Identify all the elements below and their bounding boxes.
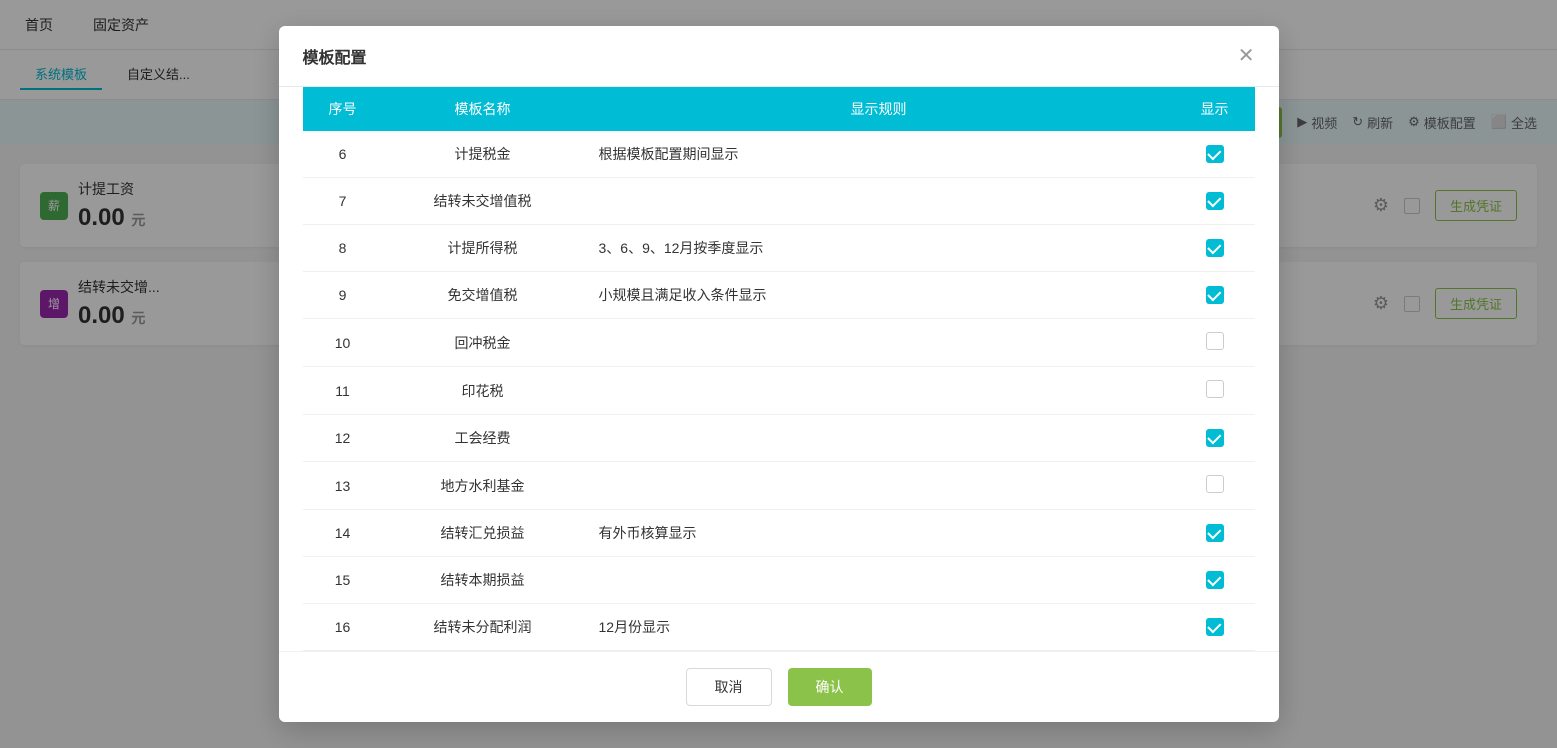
- cell-check-2: [1175, 225, 1255, 272]
- cell-name-3: 免交增值税: [383, 272, 583, 319]
- cell-name-9: 结转本期损益: [383, 557, 583, 604]
- checkbox-9[interactable]: [1206, 571, 1224, 589]
- checkbox-7[interactable]: [1206, 475, 1224, 493]
- cell-id-2: 8: [303, 225, 383, 272]
- cell-name-10: 结转未分配利润: [383, 604, 583, 651]
- table-header-row: 序号 模板名称 显示规则 显示: [303, 87, 1255, 131]
- config-table: 序号 模板名称 显示规则 显示 6计提税金根据模板配置期间显示7结转未交增值税8…: [303, 87, 1255, 651]
- checkbox-5[interactable]: [1206, 380, 1224, 398]
- cell-name-5: 印花税: [383, 367, 583, 415]
- modal-footer: 取消 确认: [279, 651, 1279, 722]
- cell-check-10: [1175, 604, 1255, 651]
- cell-name-1: 结转未交增值税: [383, 178, 583, 225]
- cell-rule-9: [583, 557, 1175, 604]
- checkbox-8[interactable]: [1206, 524, 1224, 542]
- cell-check-1: [1175, 178, 1255, 225]
- cell-check-8: [1175, 510, 1255, 557]
- table-body: 6计提税金根据模板配置期间显示7结转未交增值税8计提所得税3、6、9、12月按季…: [303, 131, 1255, 651]
- cell-check-6: [1175, 415, 1255, 462]
- table-row: 12工会经费: [303, 415, 1255, 462]
- table-row: 9免交增值税小规模且满足收入条件显示: [303, 272, 1255, 319]
- cell-name-2: 计提所得税: [383, 225, 583, 272]
- cell-rule-1: [583, 178, 1175, 225]
- cell-name-4: 回冲税金: [383, 319, 583, 367]
- cell-rule-4: [583, 319, 1175, 367]
- cell-name-6: 工会经费: [383, 415, 583, 462]
- cell-id-5: 11: [303, 367, 383, 415]
- cell-rule-6: [583, 415, 1175, 462]
- cell-id-3: 9: [303, 272, 383, 319]
- cell-rule-10: 12月份显示: [583, 604, 1175, 651]
- table-row: 13地方水利基金: [303, 462, 1255, 510]
- checkbox-2[interactable]: [1206, 239, 1224, 257]
- checkbox-1[interactable]: [1206, 192, 1224, 210]
- cell-name-0: 计提税金: [383, 131, 583, 178]
- cell-check-9: [1175, 557, 1255, 604]
- table-row: 15结转本期损益: [303, 557, 1255, 604]
- th-name: 模板名称: [383, 87, 583, 131]
- table-row: 11印花税: [303, 367, 1255, 415]
- table-row: 16结转未分配利润12月份显示: [303, 604, 1255, 651]
- cell-check-5: [1175, 367, 1255, 415]
- cell-rule-0: 根据模板配置期间显示: [583, 131, 1175, 178]
- cell-check-4: [1175, 319, 1255, 367]
- cell-rule-2: 3、6、9、12月按季度显示: [583, 225, 1175, 272]
- th-rule: 显示规则: [583, 87, 1175, 131]
- cell-id-10: 16: [303, 604, 383, 651]
- cell-id-8: 14: [303, 510, 383, 557]
- cancel-button[interactable]: 取消: [686, 668, 772, 706]
- th-display: 显示: [1175, 87, 1255, 131]
- table-row: 10回冲税金: [303, 319, 1255, 367]
- checkbox-4[interactable]: [1206, 332, 1224, 350]
- modal-header: 模板配置 ✕: [279, 26, 1279, 87]
- table-row: 14结转汇兑损益有外币核算显示: [303, 510, 1255, 557]
- cell-check-0: [1175, 131, 1255, 178]
- cell-check-3: [1175, 272, 1255, 319]
- cell-check-7: [1175, 462, 1255, 510]
- th-index: 序号: [303, 87, 383, 131]
- cell-rule-5: [583, 367, 1175, 415]
- confirm-button[interactable]: 确认: [788, 668, 872, 706]
- cell-id-6: 12: [303, 415, 383, 462]
- cell-id-1: 7: [303, 178, 383, 225]
- cell-id-0: 6: [303, 131, 383, 178]
- cell-name-8: 结转汇兑损益: [383, 510, 583, 557]
- table-row: 7结转未交增值税: [303, 178, 1255, 225]
- cell-rule-3: 小规模且满足收入条件显示: [583, 272, 1175, 319]
- cell-id-9: 15: [303, 557, 383, 604]
- cell-name-7: 地方水利基金: [383, 462, 583, 510]
- table-head: 序号 模板名称 显示规则 显示: [303, 87, 1255, 131]
- modal-body: 序号 模板名称 显示规则 显示 6计提税金根据模板配置期间显示7结转未交增值税8…: [279, 87, 1279, 651]
- checkbox-3[interactable]: [1206, 286, 1224, 304]
- cell-id-4: 10: [303, 319, 383, 367]
- template-config-modal: 模板配置 ✕ 序号 模板名称 显示规则 显示 6计提税金根据模板配置期间显示7结…: [279, 26, 1279, 722]
- table-row: 6计提税金根据模板配置期间显示: [303, 131, 1255, 178]
- modal-overlay: 模板配置 ✕ 序号 模板名称 显示规则 显示 6计提税金根据模板配置期间显示7结…: [0, 0, 1557, 748]
- cell-rule-8: 有外币核算显示: [583, 510, 1175, 557]
- table-row: 8计提所得税3、6、9、12月按季度显示: [303, 225, 1255, 272]
- modal-title: 模板配置: [303, 44, 367, 68]
- checkbox-6[interactable]: [1206, 429, 1224, 447]
- checkbox-10[interactable]: [1206, 618, 1224, 636]
- cell-rule-7: [583, 462, 1175, 510]
- modal-close-button[interactable]: ✕: [1238, 46, 1255, 66]
- checkbox-0[interactable]: [1206, 145, 1224, 163]
- cell-id-7: 13: [303, 462, 383, 510]
